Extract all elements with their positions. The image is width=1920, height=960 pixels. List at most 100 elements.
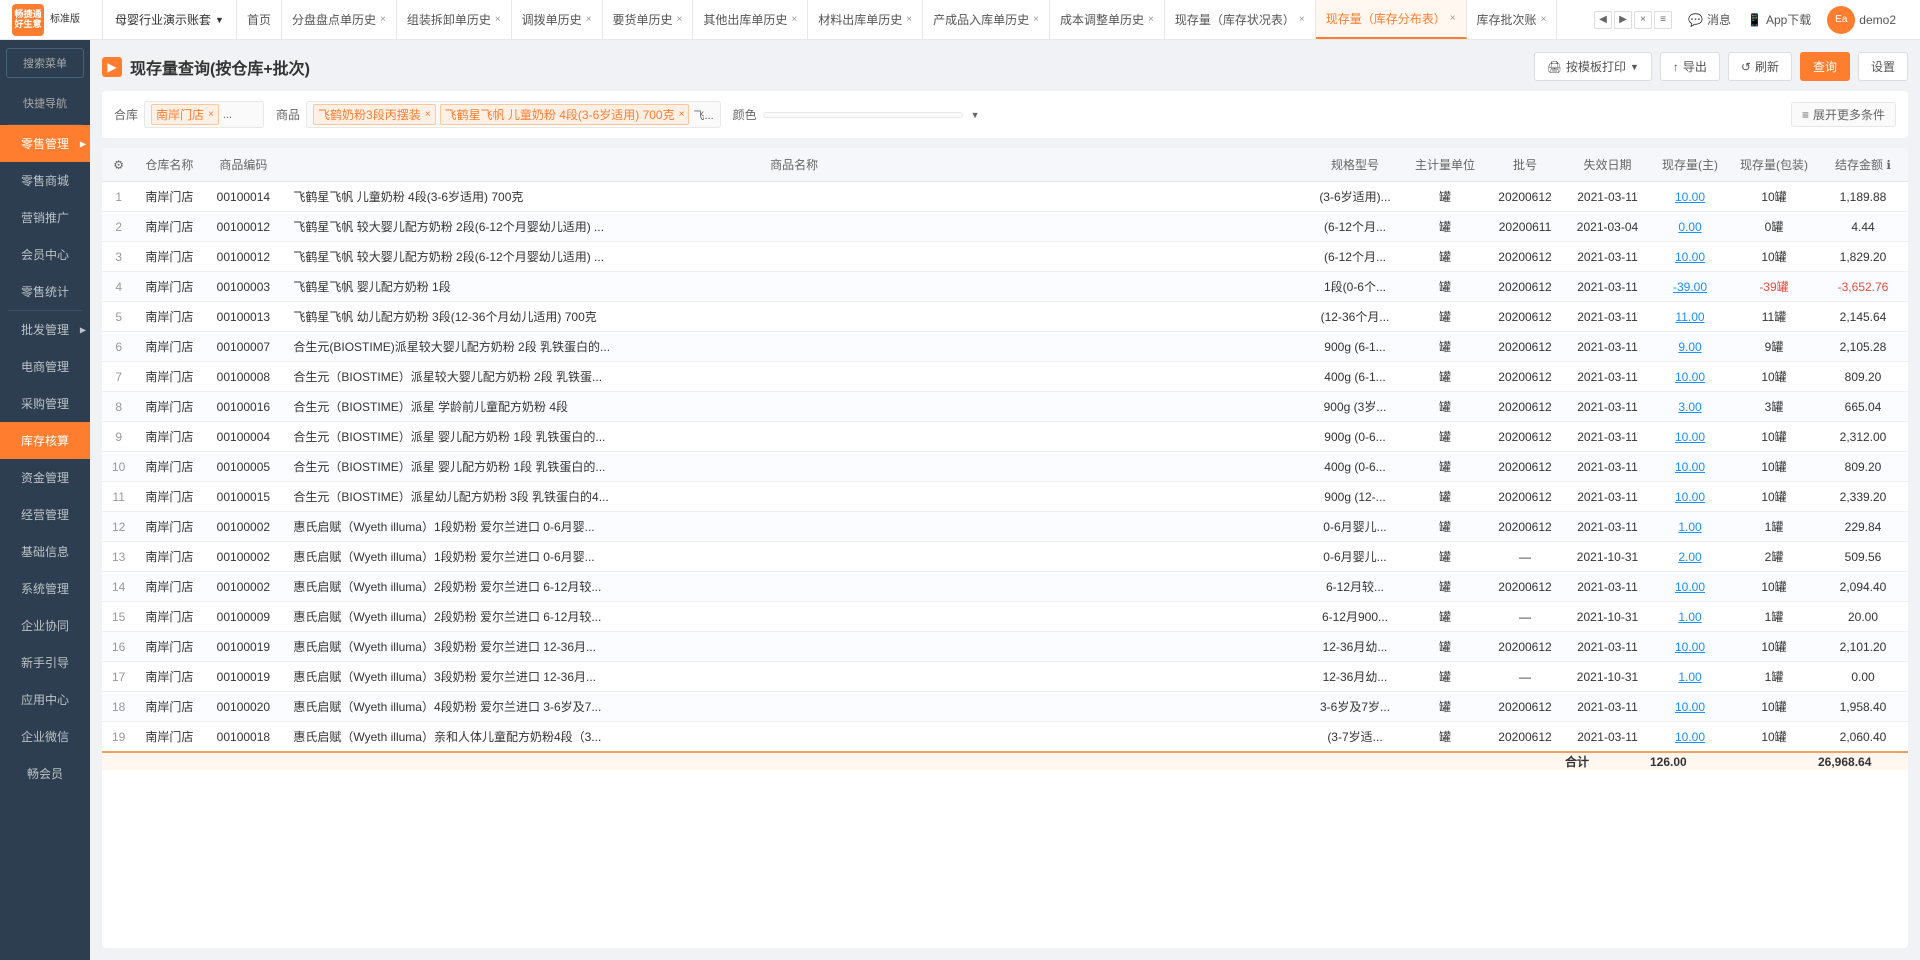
row-qty1[interactable]: 1.00: [1650, 662, 1730, 692]
tab-inventory-check-history[interactable]: 分盘盘点单历史 ×: [282, 0, 397, 39]
settings-label: 设置: [1871, 58, 1895, 75]
row-qty1[interactable]: 3.00: [1650, 392, 1730, 422]
sidebar-item-app-center[interactable]: 应用中心: [0, 681, 90, 718]
sidebar-item-wholesale[interactable]: 批发管理 ▶: [0, 311, 90, 348]
print-template-button[interactable]: 🖨 按模板打印 ▼: [1534, 52, 1652, 81]
app-download-button[interactable]: 📱 App下载: [1747, 11, 1811, 28]
sidebar-item-basics[interactable]: 基础信息: [0, 533, 90, 570]
close-icon[interactable]: ×: [495, 14, 501, 25]
sidebar-item-guide[interactable]: 新手引导: [0, 644, 90, 681]
close-icon[interactable]: ×: [1541, 14, 1547, 25]
remove-warehouse-tag-button[interactable]: ×: [208, 109, 214, 120]
close-icon[interactable]: ×: [1033, 14, 1039, 25]
goods-tag-1[interactable]: 飞鹤奶粉3段丙摆装 ×: [313, 104, 436, 125]
warehouse-tag[interactable]: 南岸门店 ×: [151, 104, 219, 125]
settings-button[interactable]: 设置: [1858, 52, 1908, 81]
export-button[interactable]: ↑ 导出: [1660, 52, 1720, 81]
tab-cost-adjust-history[interactable]: 成本调整单历史 ×: [1050, 0, 1165, 39]
row-qty1[interactable]: 1.00: [1650, 602, 1730, 632]
row-warehouse: 南岸门店: [135, 452, 203, 482]
sidebar-item-retail-mall[interactable]: 零售商城: [0, 162, 90, 199]
row-qty1[interactable]: 10.00: [1650, 362, 1730, 392]
tab-product-in-history[interactable]: 产成品入库单历史 ×: [923, 0, 1050, 39]
close-icon[interactable]: ×: [677, 14, 683, 25]
tab-material-out-history[interactable]: 材料出库单历史 ×: [808, 0, 923, 39]
tab-other-out-history[interactable]: 其他出库单历史 ×: [693, 0, 808, 39]
user-profile[interactable]: Ea demo2: [1827, 6, 1896, 34]
row-qty1[interactable]: 10.00: [1650, 452, 1730, 482]
sidebar-item-vip[interactable]: 畅会员: [0, 755, 90, 792]
table-row: 10 南岸门店 00100005 合生元（BIOSTIME）派星 婴儿配方奶粉 …: [102, 452, 1908, 482]
close-icon[interactable]: ×: [1148, 14, 1154, 25]
row-qty1[interactable]: 1.00: [1650, 512, 1730, 542]
row-qty1[interactable]: 11.00: [1650, 302, 1730, 332]
goods-more[interactable]: 飞...: [693, 107, 713, 123]
color-dropdown-icon[interactable]: ▼: [971, 110, 980, 120]
warehouse-tag-group[interactable]: 南岸门店 × ...: [144, 101, 264, 128]
sidebar-item-operations[interactable]: 经营管理: [0, 496, 90, 533]
color-tag-group[interactable]: [763, 112, 963, 118]
close-icon[interactable]: ×: [791, 14, 797, 25]
sidebar-item-wechat[interactable]: 企业微信: [0, 718, 90, 755]
refresh-button[interactable]: ↺ 刷新: [1728, 52, 1792, 81]
row-qty1[interactable]: 10.00: [1650, 182, 1730, 212]
filter-area: 合库 南岸门店 × ... 商品 飞鹤: [102, 91, 1908, 138]
close-icon[interactable]: ×: [906, 14, 912, 25]
close-icon[interactable]: ×: [586, 14, 592, 25]
warehouse-more[interactable]: ...: [223, 109, 232, 121]
remove-goods-tag-1-button[interactable]: ×: [425, 109, 431, 120]
goods-tag-2[interactable]: 飞鹤星飞帆 儿童奶粉 4段(3-6岁适用) 700克 ×: [440, 104, 690, 125]
tab-prev-button[interactable]: ◀: [1594, 11, 1612, 29]
row-expire: 2021-10-31: [1565, 542, 1650, 572]
tab-next-button[interactable]: ▶: [1614, 11, 1632, 29]
tab-stock-batch[interactable]: 库存批次账 ×: [1467, 0, 1558, 39]
tab-close-button[interactable]: ×: [1634, 11, 1652, 29]
row-amount: 2,145.64: [1818, 302, 1908, 332]
row-qty1[interactable]: -39.00: [1650, 272, 1730, 302]
close-icon[interactable]: ×: [1450, 13, 1456, 24]
messages-button[interactable]: 💬 消息: [1688, 11, 1731, 28]
row-qty1[interactable]: 10.00: [1650, 722, 1730, 753]
row-qty1[interactable]: 10.00: [1650, 692, 1730, 722]
tab-stock-distribution[interactable]: 现存量（库存分布表） ×: [1316, 0, 1467, 39]
settings-column-icon[interactable]: ⚙: [113, 158, 124, 172]
sidebar-item-marketing[interactable]: 营销推广: [0, 199, 90, 236]
query-button[interactable]: 查询: [1800, 52, 1850, 81]
collapse-sidebar-button[interactable]: ▶: [102, 57, 122, 77]
goods-tag-group[interactable]: 飞鹤奶粉3段丙摆装 × 飞鹤星飞帆 儿童奶粉 4段(3-6岁适用) 700克 ×…: [306, 101, 721, 128]
table-scroll[interactable]: ⚙ 仓库名称 商品编码 商品名称 规格型号 主计量单位 批号 失效日期 现存量(…: [102, 148, 1908, 948]
industry-dropdown-icon[interactable]: ▼: [215, 15, 224, 25]
search-menu-button[interactable]: 搜索菜单: [6, 48, 84, 78]
sidebar-item-inventory[interactable]: 库存核算: [0, 422, 90, 459]
tab-home[interactable]: 首页: [237, 0, 282, 39]
tab-menu-button[interactable]: ≡: [1654, 11, 1672, 29]
quick-nav-button[interactable]: 快捷导航: [6, 90, 84, 116]
table-row: 13 南岸门店 00100002 惠氏启赋（Wyeth illuma）1段奶粉 …: [102, 542, 1908, 572]
remove-goods-tag-2-button[interactable]: ×: [679, 109, 685, 120]
tab-assembly-history[interactable]: 组装拆卸单历史 ×: [397, 0, 512, 39]
industry-selector[interactable]: 母婴行业演示账套 ▼: [102, 0, 237, 39]
row-qty1[interactable]: 0.00: [1650, 212, 1730, 242]
sidebar-item-enterprise[interactable]: 企业协同: [0, 607, 90, 644]
close-icon[interactable]: ×: [380, 14, 386, 25]
expand-filters-button[interactable]: ≡ 展开更多条件: [1791, 102, 1896, 127]
sidebar-item-retail[interactable]: 零售管理 ▶: [0, 125, 90, 162]
tab-stock-status[interactable]: 现存量（库存状况表） ×: [1165, 0, 1316, 39]
close-icon[interactable]: ×: [1299, 14, 1305, 25]
row-qty1[interactable]: 10.00: [1650, 242, 1730, 272]
sidebar-item-system[interactable]: 系统管理: [0, 570, 90, 607]
tab-transfer-history[interactable]: 调拨单历史 ×: [512, 0, 603, 39]
row-qty1[interactable]: 9.00: [1650, 332, 1730, 362]
sidebar-item-members[interactable]: 会员中心: [0, 236, 90, 273]
col-settings[interactable]: ⚙: [102, 148, 135, 182]
sidebar-item-retail-stats[interactable]: 零售统计: [0, 273, 90, 310]
sidebar-item-purchase[interactable]: 采购管理: [0, 385, 90, 422]
sidebar-item-ecommerce[interactable]: 电商管理: [0, 348, 90, 385]
row-qty1[interactable]: 2.00: [1650, 542, 1730, 572]
tab-order-history[interactable]: 要货单历史 ×: [603, 0, 694, 39]
row-qty1[interactable]: 10.00: [1650, 572, 1730, 602]
sidebar-item-finance[interactable]: 资金管理: [0, 459, 90, 496]
row-qty1[interactable]: 10.00: [1650, 632, 1730, 662]
row-qty1[interactable]: 10.00: [1650, 482, 1730, 512]
row-qty1[interactable]: 10.00: [1650, 422, 1730, 452]
